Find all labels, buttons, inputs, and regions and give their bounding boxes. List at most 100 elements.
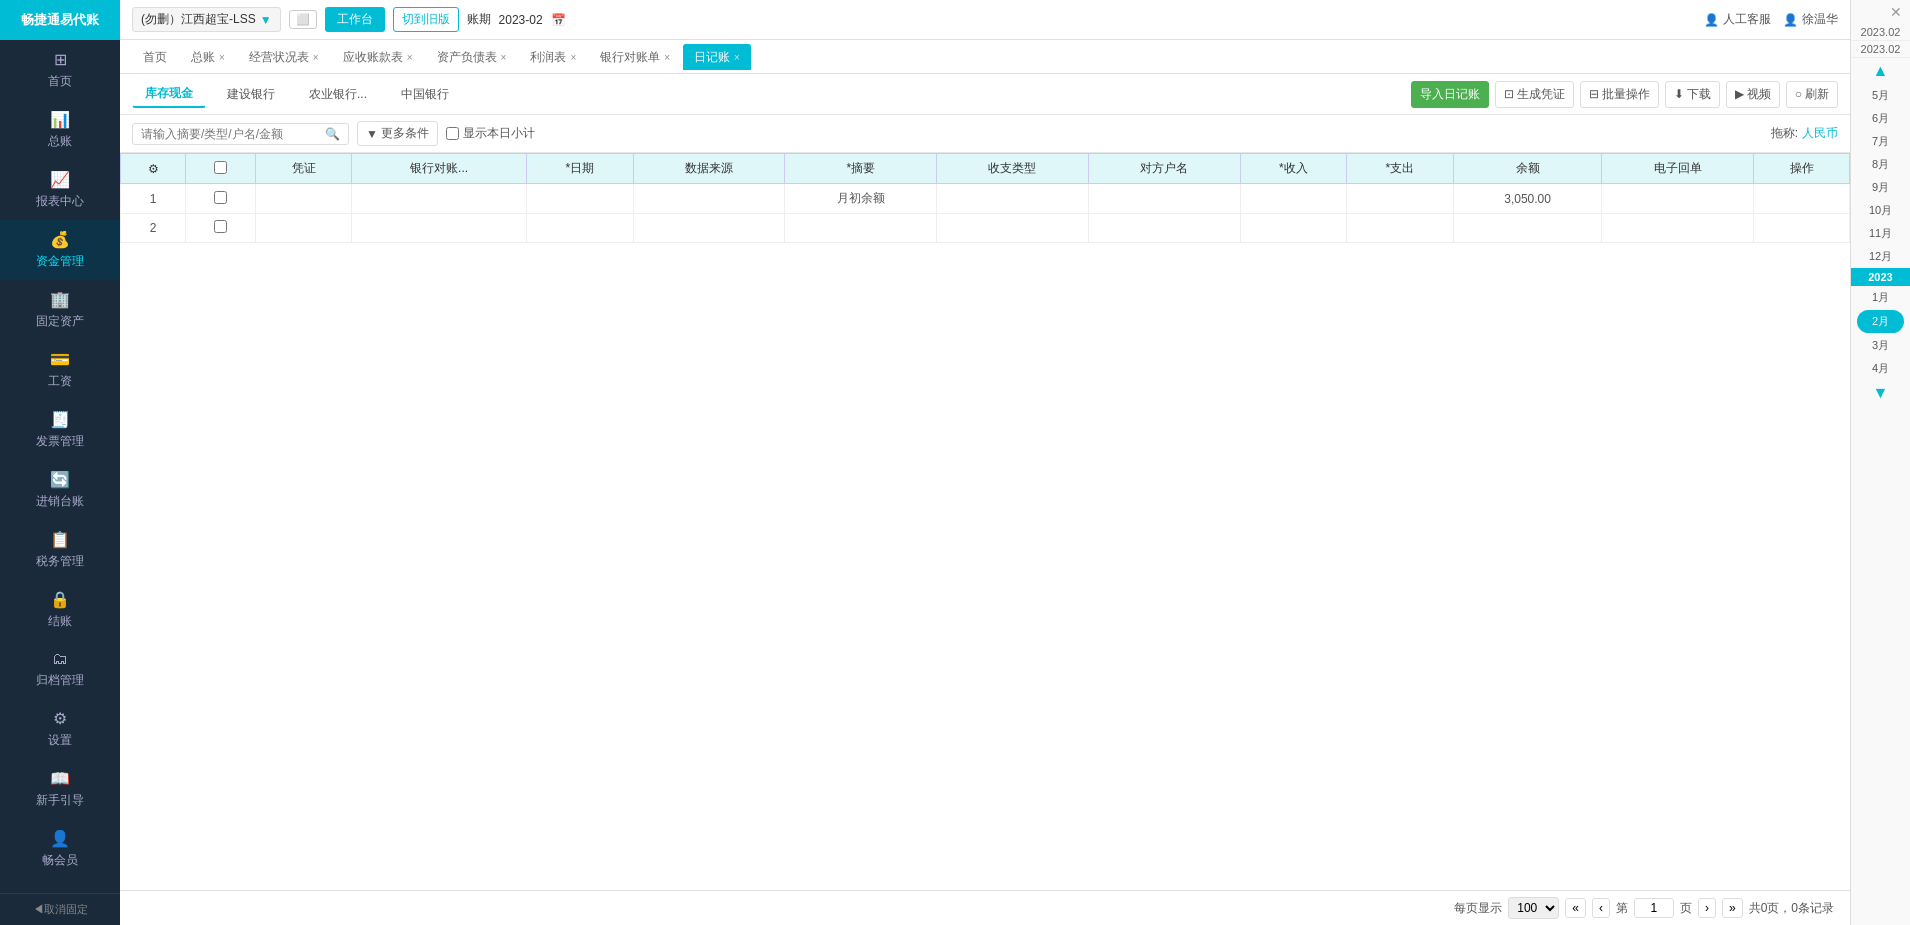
sidebar-item-home[interactable]: ⊞ 首页 [0,40,120,100]
guide-icon: 📖 [50,769,70,788]
page-input[interactable] [1634,898,1674,918]
batch-operation-button[interactable]: ⊟ 批量操作 [1580,81,1659,108]
cal-month-7[interactable]: 7月 [1851,130,1910,153]
cal-month-2023-1[interactable]: 1月 [1851,286,1910,309]
row-summary-1: 月初余额 [785,184,937,214]
assets-icon: 🏢 [50,290,70,309]
col-checkbox[interactable] [186,154,256,184]
sidebar-label-finance: 资金管理 [36,253,84,270]
more-filter-button[interactable]: ▼ 更多条件 [357,121,438,146]
sort-value[interactable]: 人民币 [1802,125,1838,142]
tab-receivable-label: 应收账款表 [343,49,403,66]
col-date: *日期 [527,154,634,184]
calendar-close-button[interactable]: ✕ [1851,0,1910,24]
tab-receivable[interactable]: 应收账款表 × [332,44,424,70]
tab-bankbook-close[interactable]: × [664,52,670,63]
bank-tab-agriculture[interactable]: 农业银行... [296,81,380,108]
sidebar-label-close: 结账 [48,613,72,630]
bank-tab-construction[interactable]: 建设银行 [214,81,288,108]
worktable-button[interactable]: 工作台 [325,7,385,32]
tab-ledger[interactable]: 总账 × [180,44,236,70]
sidebar-item-archive[interactable]: 🗂 归档管理 [0,640,120,699]
customer-service[interactable]: 👤 人工客服 [1704,11,1771,28]
batch-icon: ⊟ [1589,87,1599,101]
daily-subtotal-checkbox[interactable] [446,127,459,140]
per-page-select[interactable]: 100 50 200 [1508,897,1559,919]
main-content: (勿删）江西超宝-LSS ▼ ⬜ 工作台 切到旧版 账期 2023-02 📅 👤… [120,0,1850,925]
company-selector[interactable]: (勿删）江西超宝-LSS ▼ [132,7,281,32]
col-settings[interactable]: ⚙ [121,154,186,184]
switch-version-button[interactable]: 切到旧版 [393,7,459,32]
tab-home[interactable]: 首页 [132,44,178,70]
tab-ledger-label: 总账 [191,49,215,66]
tab-assets[interactable]: 资产负债表 × [426,44,518,70]
import-diary-button[interactable]: 导入日记账 [1411,81,1489,108]
calendar-nav-down[interactable]: ▼ [1873,384,1889,402]
select-all-checkbox[interactable] [214,161,227,174]
sidebar-item-member[interactable]: 👤 畅会员 [0,819,120,879]
sidebar-item-guide[interactable]: 📖 新手引导 [0,759,120,819]
reports-icon: 📈 [50,170,70,189]
bank-tab-cash[interactable]: 库存现金 [132,80,206,108]
sidebar-bottom: ◀取消固定 [0,893,120,925]
cal-month-2023-3[interactable]: 3月 [1851,334,1910,357]
show-daily-checkbox[interactable]: 显示本日小计 [446,125,535,142]
row-checkbox-2[interactable] [214,220,227,233]
sidebar-item-ledger[interactable]: 📊 总账 [0,100,120,160]
cal-month-8[interactable]: 8月 [1851,153,1910,176]
sidebar-item-purchase[interactable]: 🔄 进销台账 [0,460,120,520]
period-calendar-icon[interactable]: 📅 [551,13,566,27]
search-input[interactable] [141,127,321,141]
sidebar-item-assets[interactable]: 🏢 固定资产 [0,280,120,340]
sidebar-label-invoice: 发票管理 [36,433,84,450]
tab-diary-close[interactable]: × [734,52,740,63]
first-page-button[interactable]: « [1565,898,1586,918]
next-page-button[interactable]: › [1698,898,1716,918]
period-value: 2023-02 [499,13,543,27]
cal-month-9[interactable]: 9月 [1851,176,1910,199]
tab-status-close[interactable]: × [313,52,319,63]
sidebar-item-tax[interactable]: 📋 税务管理 [0,520,120,580]
prev-page-button[interactable]: ‹ [1592,898,1610,918]
sidebar-item-settings[interactable]: ⚙ 设置 [0,699,120,759]
archive-icon: 🗂 [52,650,68,668]
tab-profit-close[interactable]: × [570,52,576,63]
row-check-1[interactable] [186,184,256,214]
cal-month-11[interactable]: 11月 [1851,222,1910,245]
unpin-btn[interactable]: ◀取消固定 [0,894,120,925]
user-profile[interactable]: 👤 徐温华 [1783,11,1838,28]
copy-button[interactable]: ⬜ [289,10,317,29]
row-checkbox-1[interactable] [214,191,227,204]
tab-assets-close[interactable]: × [501,52,507,63]
sidebar-label-home: 首页 [48,73,72,90]
cal-month-5[interactable]: 5月 [1851,84,1910,107]
generate-voucher-button[interactable]: ⊡ 生成凭证 [1495,81,1574,108]
last-page-button[interactable]: » [1722,898,1743,918]
cal-month-2023-4[interactable]: 4月 [1851,357,1910,380]
cal-month-10[interactable]: 10月 [1851,199,1910,222]
refresh-button[interactable]: ○ 刷新 [1786,81,1838,108]
video-button[interactable]: ▶ 视频 [1726,81,1780,108]
calendar-nav-up[interactable]: ▲ [1873,62,1889,80]
cal-month-6[interactable]: 6月 [1851,107,1910,130]
sidebar-item-close[interactable]: 🔒 结账 [0,580,120,640]
tab-diary[interactable]: 日记账 × [683,44,751,70]
tab-ledger-close[interactable]: × [219,52,225,63]
sidebar-item-reports[interactable]: 📈 报表中心 [0,160,120,220]
download-button[interactable]: ⬇ 下载 [1665,81,1720,108]
bank-tab-china[interactable]: 中国银行 [388,81,462,108]
sidebar-item-salary[interactable]: 💳 工资 [0,340,120,400]
tab-receivable-close[interactable]: × [407,52,413,63]
sidebar-label-salary: 工资 [48,373,72,390]
row-bank-1 [352,184,527,214]
row-check-2[interactable] [186,214,256,243]
calendar-panel: ✕ 2023.02 2023.02 ▲ 5月 6月 7月 8月 9月 10月 1… [1850,0,1910,925]
tab-status[interactable]: 经营状况表 × [238,44,330,70]
cal-month-2023-2[interactable]: 2月 [1857,310,1904,333]
sidebar-item-finance[interactable]: 💰 资金管理 [0,220,120,280]
tab-bankbook[interactable]: 银行对账单 × [589,44,681,70]
cal-month-12[interactable]: 12月 [1851,245,1910,268]
tab-profit[interactable]: 利润表 × [519,44,587,70]
sidebar-item-invoice[interactable]: 🧾 发票管理 [0,400,120,460]
row-source-1 [633,184,785,214]
